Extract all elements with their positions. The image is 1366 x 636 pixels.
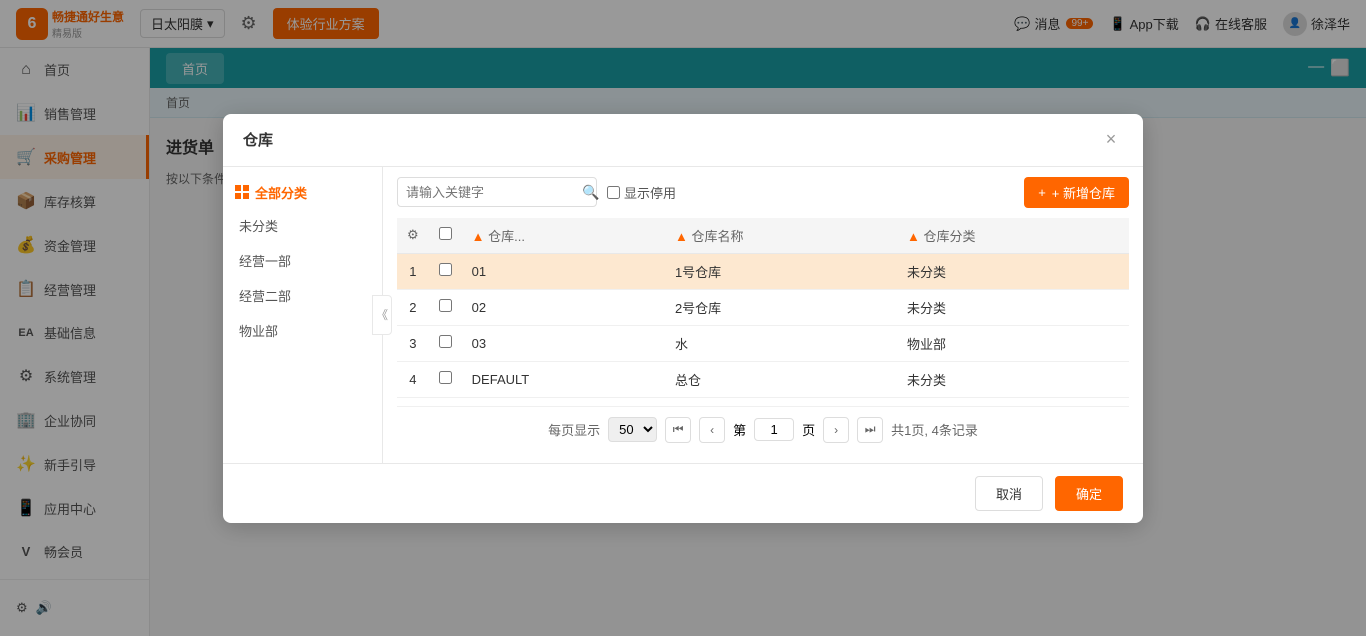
table-row[interactable]: 2 02 2号仓库 未分类 <box>397 289 1129 325</box>
next-icon: › <box>834 423 838 437</box>
prev-icon: ‹ <box>710 423 714 437</box>
table-body: 1 01 1号仓库 未分类 2 02 2号仓库 <box>397 253 1129 397</box>
row-category: 物业部 <box>897 325 1129 361</box>
category-panel: 全部分类 未分类 经营一部 经营二部 物业部 《 <box>223 167 383 463</box>
row-checkbox-cell <box>429 325 462 361</box>
settings-icon[interactable]: ⚙ <box>407 227 419 242</box>
warehouse-modal: 仓库 × 全部分类 未分类 经营一部 经营二部 物业部 <box>223 114 1143 523</box>
prev-page-button[interactable]: ‹ <box>699 417 725 443</box>
last-icon: ⏭ <box>865 422 876 437</box>
modal-close-button[interactable]: × <box>1099 128 1123 152</box>
page-size-label: 每页显示 <box>548 420 600 439</box>
confirm-button[interactable]: 确定 <box>1055 476 1123 511</box>
grid-icon <box>235 185 249 199</box>
first-icon: ⏮ <box>673 422 684 437</box>
page-number-input[interactable] <box>754 418 794 441</box>
table-row[interactable]: 3 03 水 物业部 <box>397 325 1129 361</box>
next-page-button[interactable]: › <box>823 417 849 443</box>
modal-title: 仓库 <box>243 129 273 150</box>
row-checkbox[interactable] <box>439 299 452 312</box>
col-header-name[interactable]: ▲ 仓库名称 <box>665 218 897 254</box>
row-code: 02 <box>462 289 665 325</box>
search-input[interactable] <box>406 185 582 200</box>
row-num: 2 <box>397 289 429 325</box>
page-label: 第 <box>733 420 746 439</box>
row-checkbox[interactable] <box>439 371 452 384</box>
page-size-select[interactable]: 50 <box>608 417 657 442</box>
table-row[interactable]: 4 DEFAULT 总仓 未分类 <box>397 361 1129 397</box>
last-page-button[interactable]: ⏭ <box>857 417 883 443</box>
row-category: 未分类 <box>897 361 1129 397</box>
row-num: 1 <box>397 253 429 289</box>
sort-icon: ▲ <box>472 229 485 244</box>
collapse-icon: 《 <box>376 306 388 323</box>
sort-icon-cat: ▲ <box>907 229 920 244</box>
row-name: 1号仓库 <box>665 253 897 289</box>
total-info: 共1页, 4条记录 <box>891 420 978 439</box>
show-disabled-checkbox-label[interactable]: 显示停用 <box>607 183 676 202</box>
row-category: 未分类 <box>897 253 1129 289</box>
table-panel: 🔍 显示停用 + + 新增仓库 <box>383 167 1143 463</box>
row-checkbox-cell <box>429 253 462 289</box>
row-code: DEFAULT <box>462 361 665 397</box>
row-code: 03 <box>462 325 665 361</box>
row-num: 3 <box>397 325 429 361</box>
modal-overlay: 仓库 × 全部分类 未分类 经营一部 经营二部 物业部 <box>0 0 1366 636</box>
warehouse-table: ⚙ ▲ 仓库... ▲ <box>397 218 1129 398</box>
table-container: ⚙ ▲ 仓库... ▲ <box>397 218 1129 398</box>
row-name: 水 <box>665 325 897 361</box>
collapse-panel-button[interactable]: 《 <box>372 295 392 335</box>
row-checkbox-cell <box>429 289 462 325</box>
select-all-checkbox[interactable] <box>439 227 452 240</box>
modal-body: 全部分类 未分类 经营一部 经营二部 物业部 《 🔍 <box>223 167 1143 463</box>
row-code: 01 <box>462 253 665 289</box>
col-header-category[interactable]: ▲ 仓库分类 <box>897 218 1129 254</box>
search-box: 🔍 <box>397 177 597 207</box>
row-category: 未分类 <box>897 289 1129 325</box>
row-checkbox-cell <box>429 361 462 397</box>
table-header: ⚙ ▲ 仓库... ▲ <box>397 218 1129 254</box>
modal-header: 仓库 × <box>223 114 1143 167</box>
category-item-unclassified[interactable]: 未分类 <box>223 208 382 243</box>
cancel-button[interactable]: 取消 <box>975 476 1043 511</box>
plus-icon: + <box>1038 185 1046 200</box>
category-item-ops1[interactable]: 经营一部 <box>223 243 382 278</box>
row-name: 总仓 <box>665 361 897 397</box>
first-page-button[interactable]: ⏮ <box>665 417 691 443</box>
row-num: 4 <box>397 361 429 397</box>
table-toolbar: 🔍 显示停用 + + 新增仓库 <box>397 177 1129 208</box>
row-name: 2号仓库 <box>665 289 897 325</box>
category-item-ops2[interactable]: 经营二部 <box>223 278 382 313</box>
table-row[interactable]: 1 01 1号仓库 未分类 <box>397 253 1129 289</box>
row-checkbox[interactable] <box>439 335 452 348</box>
search-icon[interactable]: 🔍 <box>582 184 599 201</box>
all-categories-button[interactable]: 全部分类 <box>223 177 382 208</box>
page-unit: 页 <box>802 420 815 439</box>
col-header-checkbox <box>429 218 462 254</box>
col-header-code[interactable]: ▲ 仓库... <box>462 218 665 254</box>
show-disabled-checkbox[interactable] <box>607 186 620 199</box>
col-header-num: ⚙ <box>397 218 429 254</box>
add-warehouse-button[interactable]: + + 新增仓库 <box>1024 177 1129 208</box>
sort-icon-name: ▲ <box>675 229 688 244</box>
row-checkbox[interactable] <box>439 263 452 276</box>
category-item-property[interactable]: 物业部 <box>223 313 382 348</box>
modal-footer: 取消 确定 <box>223 463 1143 523</box>
pagination: 每页显示 50 ⏮ ‹ 第 页 › <box>397 406 1129 453</box>
